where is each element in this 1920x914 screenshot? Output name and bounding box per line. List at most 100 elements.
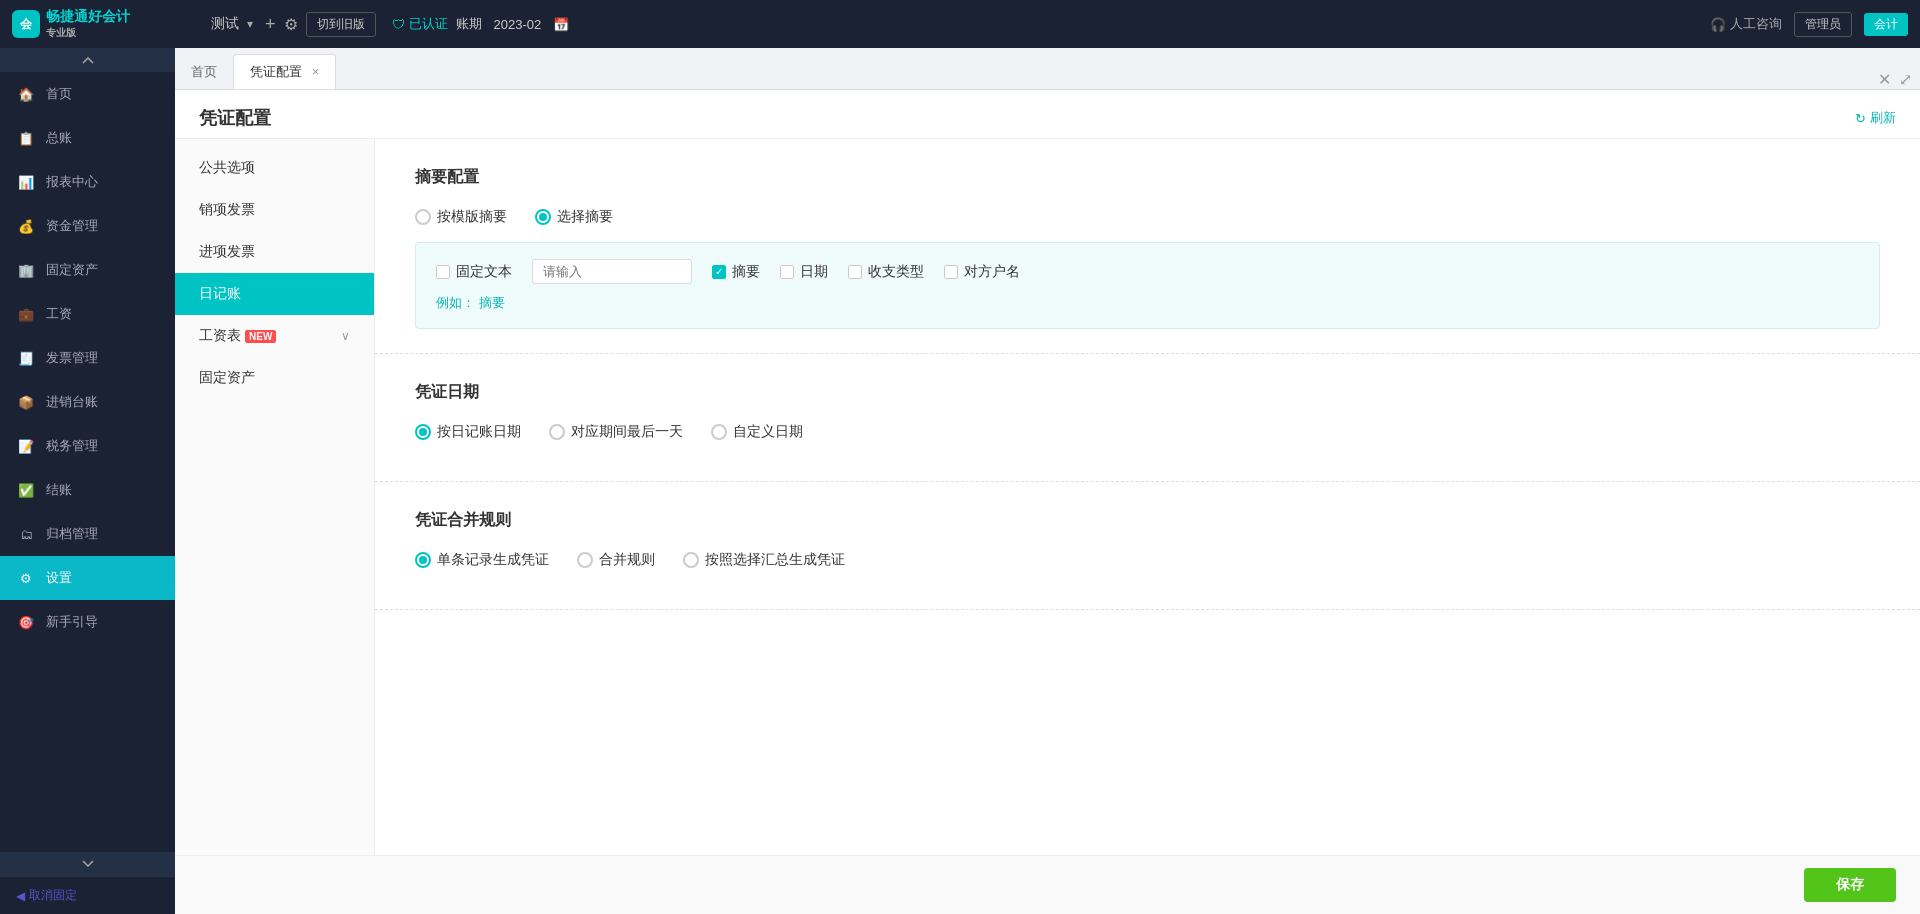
- sidebar-item-funds[interactable]: 💰 资金管理: [0, 204, 175, 248]
- summary-template-radio[interactable]: 按模版摘要: [415, 208, 507, 226]
- sidebar-item-assets[interactable]: 🏢 固定资产: [0, 248, 175, 292]
- page-content: 凭证配置 ↻ 刷新 公共选项 销项发票 进项发票: [175, 90, 1920, 914]
- summary-select-radio[interactable]: 选择摘要: [535, 208, 613, 226]
- select-radio-label: 选择摘要: [557, 208, 613, 226]
- save-button[interactable]: 保存: [1804, 868, 1896, 902]
- counterparty-checkbox[interactable]: 对方户名: [944, 263, 1020, 281]
- left-nav-journal[interactable]: 日记账: [175, 273, 374, 315]
- sidebar-nav: 🏠 首页 📋 总账 📊 报表中心 💰 资金管理 🏢 固定资产 💼 工资: [0, 72, 175, 852]
- refresh-icon: ↻: [1855, 111, 1866, 126]
- shield-icon: 🛡: [392, 17, 405, 32]
- income-type-checkbox-box: [848, 265, 862, 279]
- custom-date-radio[interactable]: 自定义日期: [711, 423, 803, 441]
- close-window-btn[interactable]: ✕: [1878, 70, 1891, 89]
- sidebar-item-invoice[interactable]: 🧾 发票管理: [0, 336, 175, 380]
- sidebar-item-home[interactable]: 🏠 首页: [0, 72, 175, 116]
- date-section: 凭证日期 按日记账日期 对应期间最后一天: [375, 354, 1920, 482]
- sidebar-label-archive: 归档管理: [46, 525, 98, 543]
- left-nav: 公共选项 销项发票 进项发票 日记账 工资表 NEW ∨: [175, 139, 375, 855]
- home-icon: 🏠: [16, 84, 36, 104]
- sidebar-item-reports[interactable]: 📊 报表中心: [0, 160, 175, 204]
- date-title: 凭证日期: [415, 382, 1880, 403]
- refresh-btn[interactable]: ↻ 刷新: [1855, 109, 1896, 127]
- sidebar-scroll-up[interactable]: [0, 48, 175, 72]
- sidebar-label-funds: 资金管理: [46, 217, 98, 235]
- content-area: 首页 凭证配置 × ✕ ⤢ 凭证配置 ↻ 刷新: [175, 48, 1920, 914]
- summary-generate-radio[interactable]: 按照选择汇总生成凭证: [683, 551, 845, 569]
- sidebar-label-assets: 固定资产: [46, 261, 98, 279]
- sidebar-item-ledger[interactable]: 📋 总账: [0, 116, 175, 160]
- income-type-checkbox[interactable]: 收支类型: [848, 263, 924, 281]
- expand-btn[interactable]: ⤢: [1899, 70, 1912, 89]
- sidebar-label-purchase-sales: 进销台账: [46, 393, 98, 411]
- sidebar-label-home: 首页: [46, 85, 72, 103]
- select-radio-circle: [535, 209, 551, 225]
- sidebar-label-tax: 税务管理: [46, 437, 98, 455]
- settings-icon[interactable]: ⚙: [284, 15, 298, 34]
- left-nav-purchase-invoice[interactable]: 进项发票: [175, 231, 374, 273]
- support-btn[interactable]: 🎧 人工咨询: [1710, 15, 1782, 33]
- journal-date-radio[interactable]: 按日记账日期: [415, 423, 521, 441]
- funds-icon: 💰: [16, 216, 36, 236]
- headset-icon: 🎧: [1710, 17, 1726, 32]
- date-checkbox[interactable]: 日期: [780, 263, 828, 281]
- period-last-radio[interactable]: 对应期间最后一天: [549, 423, 683, 441]
- sidebar-label-settings: 设置: [46, 569, 72, 587]
- new-badge: NEW: [245, 330, 276, 343]
- tab-close-icon[interactable]: ×: [312, 64, 320, 79]
- dropdown-icon[interactable]: ▾: [247, 17, 253, 31]
- sidebar-label-salary: 工资: [46, 305, 72, 323]
- switch-old-btn[interactable]: 切到旧版: [306, 12, 376, 37]
- add-icon[interactable]: +: [265, 14, 276, 35]
- fixed-text-input[interactable]: [532, 259, 692, 284]
- summary-generate-circle: [683, 552, 699, 568]
- checkbox-area: 固定文本 ✓ 摘要 日期: [415, 242, 1880, 329]
- period-value: 2023-02: [494, 17, 542, 32]
- sidebar-item-archive[interactable]: 🗂 归档管理: [0, 512, 175, 556]
- topbar-right: 🎧 人工咨询 管理员 会计: [1710, 12, 1908, 37]
- accountant-btn[interactable]: 会计: [1864, 13, 1908, 36]
- tab-home[interactable]: 首页: [175, 55, 233, 89]
- manager-btn[interactable]: 管理员: [1794, 12, 1852, 37]
- template-radio-circle: [415, 209, 431, 225]
- close-period-icon: ✅: [16, 480, 36, 500]
- fixed-text-checkbox[interactable]: 固定文本: [436, 263, 512, 281]
- sidebar-item-settings[interactable]: ⚙ 设置: [0, 556, 175, 600]
- merge-radio-group: 单条记录生成凭证 合并规则 按照选择汇总生成凭证: [415, 551, 1880, 569]
- journal-date-circle: [415, 424, 431, 440]
- sidebar-item-purchase-sales[interactable]: 📦 进销台账: [0, 380, 175, 424]
- page-header: 凭证配置 ↻ 刷新: [175, 90, 1920, 139]
- sidebar-scroll-down[interactable]: [0, 852, 175, 876]
- cancel-fixed-btn[interactable]: ◀ 取消固定: [0, 876, 175, 914]
- left-nav-payroll[interactable]: 工资表 NEW ∨: [175, 315, 374, 357]
- date-checkbox-box: [780, 265, 794, 279]
- merge-rules-radio[interactable]: 合并规则: [577, 551, 655, 569]
- left-nav-fixed-assets[interactable]: 固定资产: [175, 357, 374, 399]
- left-nav-public[interactable]: 公共选项: [175, 147, 374, 189]
- settings-nav-icon: ⚙: [16, 568, 36, 588]
- left-arrow-icon: ◀: [16, 889, 25, 903]
- single-record-radio[interactable]: 单条记录生成凭证: [415, 551, 549, 569]
- left-nav-sales-invoice[interactable]: 销项发票: [175, 189, 374, 231]
- example-text: 例如： 摘要: [436, 294, 1859, 312]
- inner-layout: 公共选项 销项发票 进项发票 日记账 工资表 NEW ∨: [175, 139, 1920, 855]
- sidebar-label-ledger: 总账: [46, 129, 72, 147]
- expand-arrow-icon: ∨: [341, 329, 350, 343]
- summary-checkbox[interactable]: ✓ 摘要: [712, 263, 760, 281]
- sidebar-item-tax[interactable]: 📝 税务管理: [0, 424, 175, 468]
- sidebar-item-guide[interactable]: 🎯 新手引导: [0, 600, 175, 644]
- sidebar: 🏠 首页 📋 总账 📊 报表中心 💰 资金管理 🏢 固定资产 💼 工资: [0, 48, 175, 914]
- calendar-icon[interactable]: 📅: [553, 17, 569, 32]
- sidebar-item-close[interactable]: ✅ 结账: [0, 468, 175, 512]
- sidebar-item-salary[interactable]: 💼 工资: [0, 292, 175, 336]
- sidebar-label-close: 结账: [46, 481, 72, 499]
- assets-icon: 🏢: [16, 260, 36, 280]
- topbar: 会 畅捷通好会计 专业版 测试 ▾ + ⚙ 切到旧版 🛡 已认证 账期 2023…: [0, 0, 1920, 48]
- custom-date-circle: [711, 424, 727, 440]
- certified-badge: 🛡 已认证: [392, 15, 448, 33]
- summary-section: 摘要配置 按模版摘要 选择摘要: [375, 139, 1920, 354]
- tab-voucher-config[interactable]: 凭证配置 ×: [233, 54, 336, 89]
- logo-icon: 会: [12, 10, 40, 38]
- counterparty-checkbox-box: [944, 265, 958, 279]
- date-radio-group: 按日记账日期 对应期间最后一天 自定义日期: [415, 423, 1880, 441]
